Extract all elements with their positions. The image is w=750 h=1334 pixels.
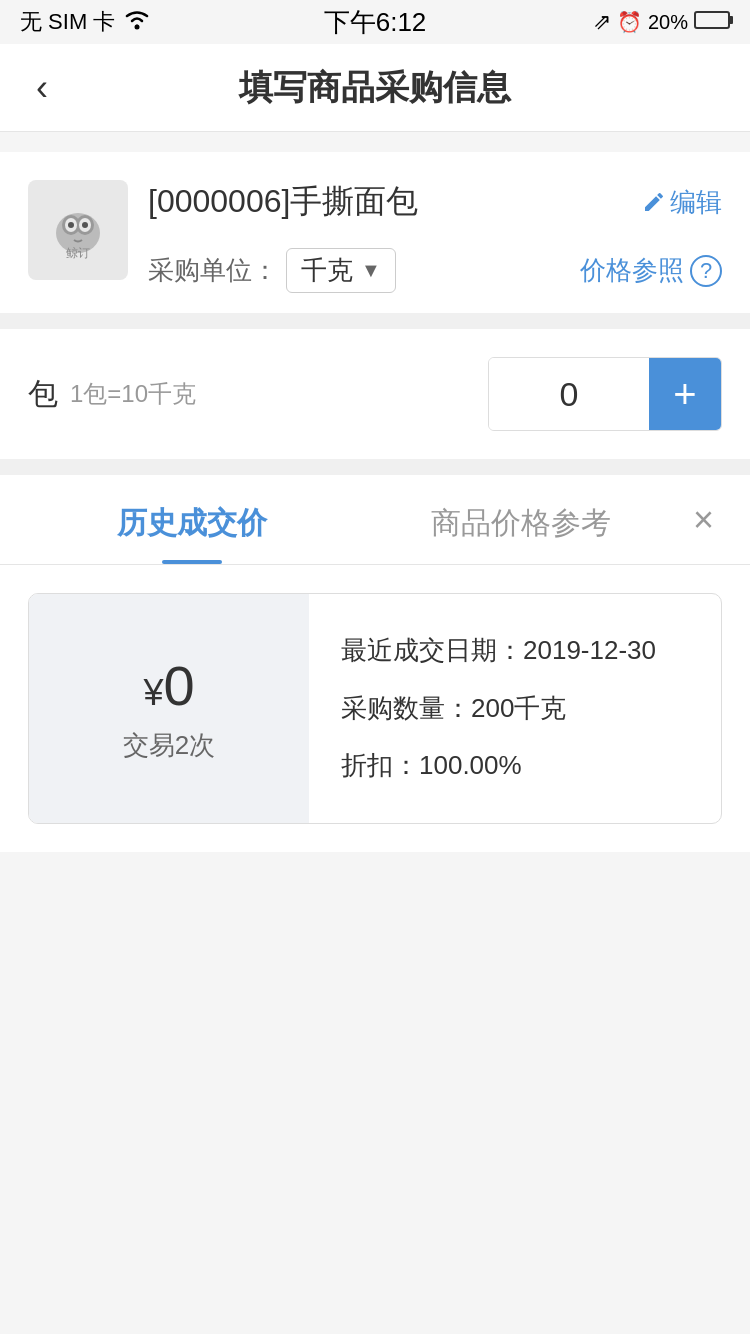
price-quantity: 采购数量：200千克 — [341, 688, 689, 730]
tab-history-price[interactable]: 历史成交价 — [28, 475, 356, 564]
quantity-label: 包 1包=10千克 — [28, 374, 196, 415]
product-logo-icon: 鲸订 — [43, 195, 113, 265]
price-card-left: ¥0 交易2次 — [29, 594, 309, 823]
quantity-input[interactable] — [489, 358, 649, 430]
unit-label: 采购单位： — [148, 253, 278, 288]
status-right: ⇗ ⏰ 20% — [593, 9, 730, 35]
unit-select[interactable]: 千克 ▼ — [286, 248, 396, 293]
svg-text:鲸订: 鲸订 — [66, 246, 90, 260]
back-button[interactable]: ‹ — [28, 59, 56, 117]
quantity-plus-button[interactable]: + — [649, 358, 721, 430]
product-name-row: [0000006]手撕面包 编辑 — [148, 180, 722, 224]
product-header: 鲸订 [0000006]手撕面包 编辑 采购单位： 千克 — [28, 180, 722, 293]
section-divider-2 — [0, 459, 750, 475]
product-thumbnail: 鲸订 — [43, 195, 113, 265]
section-divider-1 — [0, 313, 750, 329]
svg-point-7 — [82, 222, 88, 228]
svg-point-6 — [68, 222, 74, 228]
product-unit-row: 采购单位： 千克 ▼ 价格参照 ? — [148, 248, 722, 293]
product-card: 鲸订 [0000006]手撕面包 编辑 采购单位： 千克 — [0, 152, 750, 313]
tab-content: ¥0 交易2次 最近成交日期：2019-12-30 采购数量：200千克 折扣：… — [0, 565, 750, 852]
edit-button[interactable]: 编辑 — [642, 185, 722, 220]
price-trade-count: 交易2次 — [123, 728, 215, 763]
chevron-down-icon: ▼ — [361, 259, 381, 282]
status-time: 下午6:12 — [324, 5, 427, 40]
wifi-icon — [123, 8, 151, 36]
price-discount: 折扣：100.00% — [341, 745, 689, 787]
tabs-panel: 历史成交价 商品价格参考 × ¥0 交易2次 最近成交日期：2019-12-30… — [0, 475, 750, 852]
quantity-controls: + — [488, 357, 722, 431]
tab-close-button[interactable]: × — [685, 494, 722, 546]
product-image: 鲸订 — [28, 180, 128, 280]
edit-icon — [642, 190, 666, 214]
price-ref-label: 价格参照 — [580, 253, 684, 288]
battery-percent: 20% — [648, 11, 688, 34]
quantity-unit-hint: 1包=10千克 — [70, 378, 196, 410]
quantity-row: 包 1包=10千克 + — [0, 329, 750, 459]
help-icon: ? — [690, 255, 722, 287]
tabs-header: 历史成交价 商品价格参考 × — [0, 475, 750, 565]
unit-value: 千克 — [301, 253, 353, 288]
price-card: ¥0 交易2次 最近成交日期：2019-12-30 采购数量：200千克 折扣：… — [28, 593, 722, 824]
alarm-icon: ⏰ — [617, 10, 642, 34]
status-bar: 无 SIM 卡 下午6:12 ⇗ ⏰ 20% — [0, 0, 750, 44]
price-ref-button[interactable]: 价格参照 ? — [580, 253, 722, 288]
product-info: [0000006]手撕面包 编辑 采购单位： 千克 ▼ 价格 — [148, 180, 722, 293]
nav-bar: ‹ 填写商品采购信息 — [0, 44, 750, 132]
quantity-unit-char: 包 — [28, 374, 58, 415]
price-recent-date: 最近成交日期：2019-12-30 — [341, 630, 689, 672]
tab-product-price-ref[interactable]: 商品价格参考 — [356, 475, 684, 564]
location-icon: ⇗ — [593, 9, 611, 35]
status-carrier: 无 SIM 卡 — [20, 7, 151, 37]
product-name: [0000006]手撕面包 — [148, 180, 418, 224]
page-title: 填写商品采购信息 — [239, 65, 511, 111]
battery-icon — [694, 11, 730, 34]
price-card-right: 最近成交日期：2019-12-30 采购数量：200千克 折扣：100.00% — [309, 594, 721, 823]
price-display: ¥0 — [143, 653, 194, 718]
svg-point-0 — [135, 25, 140, 30]
